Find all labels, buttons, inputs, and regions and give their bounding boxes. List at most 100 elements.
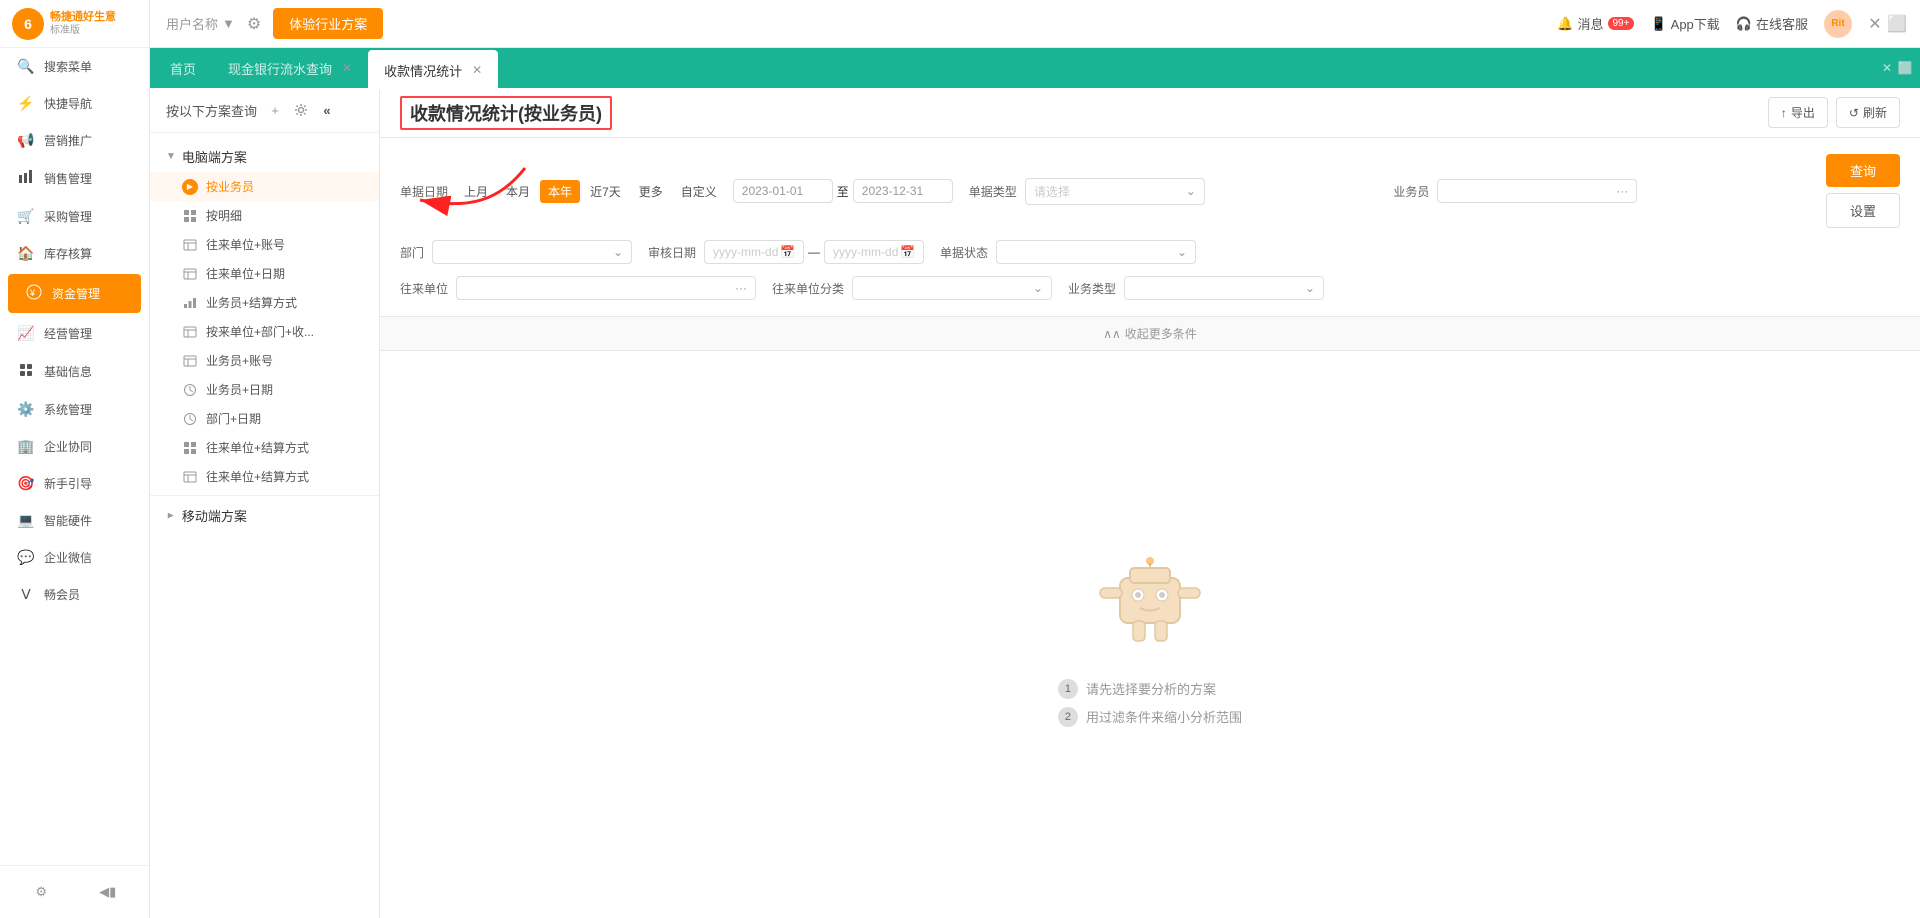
filter-row-1: 单据日期 上月 本月 本年 近7天 更多 自定义 至 bbox=[400, 154, 1900, 228]
sidebar-item-marketing[interactable]: 📢 营销推广 bbox=[0, 122, 149, 159]
date-tab-this-month[interactable]: 本月 bbox=[498, 180, 538, 203]
tree-item-unit-account[interactable]: 往来单位+账号 bbox=[150, 230, 379, 259]
sidebar-collapse-btn[interactable]: ◀▮ bbox=[79, 878, 138, 906]
sidebar-item-inventory[interactable]: 🏠 库存核算 bbox=[0, 235, 149, 272]
tree-item-dept-date[interactable]: 部门+日期 bbox=[150, 404, 379, 433]
date-tab-custom[interactable]: 自定义 bbox=[673, 180, 725, 203]
receipt-tab-close[interactable]: ✕ bbox=[472, 63, 482, 77]
date-to-input[interactable] bbox=[853, 179, 953, 203]
tree-item-unit-settlement2[interactable]: 往来单位+结算方式 bbox=[150, 462, 379, 491]
sidebar-item-guide[interactable]: 🎯 新手引导 bbox=[0, 465, 149, 502]
refresh-btn[interactable]: ↺ 刷新 bbox=[1836, 97, 1900, 128]
tree-item-by-salesperson[interactable]: ▶ 按业务员 bbox=[150, 172, 379, 201]
collapse-btn[interactable]: ∧∧ 收起更多条件 bbox=[1103, 325, 1197, 342]
purchase-icon: 🛒 bbox=[16, 208, 36, 225]
tree-section-mobile: ▼ 移动端方案 bbox=[150, 500, 379, 531]
scheme-tree: ▼ 电脑端方案 ▶ 按业务员 bbox=[150, 133, 379, 918]
scheme-settings-btn[interactable] bbox=[291, 100, 311, 120]
content-area: 按以下方案查询 + « ▼ 电脑端方案 bbox=[150, 88, 1920, 918]
online-service-item[interactable]: 🎧 在线客服 bbox=[1736, 14, 1808, 33]
tree-item-by-detail[interactable]: 按明细 bbox=[150, 201, 379, 230]
date-tab-last7[interactable]: 近7天 bbox=[582, 180, 629, 203]
salesperson-dots-icon: ··· bbox=[1616, 184, 1628, 198]
right-content: 收款情况统计(按业务员) ↑ 导出 ↺ 刷新 bbox=[380, 88, 1920, 918]
user-name-item[interactable]: Rit bbox=[1824, 10, 1852, 38]
biz-type-select[interactable]: ⌄ bbox=[1124, 276, 1324, 300]
messages-item[interactable]: 🔔 消息 99+ bbox=[1557, 14, 1634, 33]
hint-num-1: 1 bbox=[1058, 679, 1078, 699]
inventory-icon: 🏠 bbox=[16, 245, 36, 262]
date-tab-this-year[interactable]: 本年 bbox=[540, 180, 580, 203]
sidebar-nav: 🔍 搜索菜单 ⚡ 快捷导航 📢 营销推广 销售管理 🛒 采购管理 bbox=[0, 48, 149, 865]
unit-date-icon bbox=[182, 266, 198, 282]
sidebar-item-sales[interactable]: 销售管理 bbox=[0, 159, 149, 198]
tab-maximize[interactable]: ⬜ bbox=[1898, 61, 1912, 75]
collapse-bar[interactable]: ∧∧ 收起更多条件 bbox=[380, 317, 1920, 351]
dept-arrow-icon: ⌄ bbox=[613, 245, 623, 259]
date-from-input[interactable] bbox=[733, 179, 833, 203]
unit-category-select[interactable]: ⌄ bbox=[852, 276, 1052, 300]
tab-home[interactable]: 首页 bbox=[150, 48, 212, 88]
trial-btn[interactable]: 体验行业方案 bbox=[273, 8, 383, 39]
tree-item-unit-date[interactable]: 往来单位+日期 bbox=[150, 259, 379, 288]
unit-select[interactable]: ··· bbox=[456, 276, 756, 300]
tree-item-sales-date[interactable]: 业务员+日期 bbox=[150, 375, 379, 404]
tab-close-all[interactable]: ✕ bbox=[1880, 61, 1894, 75]
doctype-select[interactable]: 请选择 ⌄ bbox=[1025, 178, 1205, 205]
sidebar-item-member[interactable]: Ⅴ 畅会员 bbox=[0, 576, 149, 613]
doctype-arrow-icon: ⌄ bbox=[1186, 184, 1196, 198]
date-tab-more[interactable]: 更多 bbox=[631, 180, 671, 203]
review-date-dash: — bbox=[808, 245, 820, 259]
tab-bank[interactable]: 现金银行流水查询 ✕ bbox=[212, 48, 368, 88]
sidebar-settings-btn[interactable]: ⚙ bbox=[12, 878, 71, 906]
sidebar-item-operations[interactable]: 📈 经营管理 bbox=[0, 315, 149, 352]
scheme-collapse-btn[interactable]: « bbox=[317, 100, 337, 120]
date-tab-last-month[interactable]: 上月 bbox=[456, 180, 496, 203]
filter-salesperson-item: 业务员 ··· bbox=[1393, 179, 1637, 203]
sidebar-item-search[interactable]: 🔍 搜索菜单 bbox=[0, 48, 149, 85]
sidebar-item-purchase[interactable]: 🛒 采购管理 bbox=[0, 198, 149, 235]
sidebar-item-basicinfo[interactable]: 基础信息 bbox=[0, 352, 149, 391]
hint-num-2: 2 bbox=[1058, 707, 1078, 727]
scheme-add-btn[interactable]: + bbox=[265, 100, 285, 120]
unit-category-arrow-icon: ⌄ bbox=[1033, 281, 1043, 295]
salesperson-select[interactable]: ··· bbox=[1437, 179, 1637, 203]
header-settings-icon[interactable]: ⚙ bbox=[247, 14, 261, 34]
bank-tab-close[interactable]: ✕ bbox=[342, 61, 352, 75]
page-actions: ↑ 导出 ↺ 刷新 bbox=[1768, 97, 1900, 128]
sidebar-item-wechat[interactable]: 💬 企业微信 bbox=[0, 539, 149, 576]
sidebar-item-quicknav[interactable]: ⚡ 快捷导航 bbox=[0, 85, 149, 122]
sidebar-item-system[interactable]: ⚙️ 系统管理 bbox=[0, 391, 149, 428]
tree-item-sales-account[interactable]: 业务员+账号 bbox=[150, 346, 379, 375]
user-dropdown[interactable]: 用户名称 ▼ bbox=[166, 14, 235, 33]
marketing-icon: 📢 bbox=[16, 132, 36, 149]
tab-receipt[interactable]: 收款情况统计 ✕ bbox=[368, 50, 498, 90]
biz-type-arrow-icon: ⌄ bbox=[1305, 281, 1315, 295]
review-to-input[interactable]: yyyy-mm-dd 📅 bbox=[824, 240, 924, 264]
tree-desktop-header[interactable]: ▼ 电脑端方案 bbox=[150, 141, 379, 172]
hint-item-1: 1 请先选择要分析的方案 bbox=[1058, 679, 1242, 699]
close-btn[interactable]: ✕ bbox=[1868, 17, 1882, 31]
sidebar-item-finance[interactable]: ¥ 资金管理 bbox=[8, 274, 141, 313]
finance-icon: ¥ bbox=[24, 284, 44, 303]
maximize-btn[interactable]: ⬜ bbox=[1890, 17, 1904, 31]
doc-status-select[interactable]: ⌄ bbox=[996, 240, 1196, 264]
review-from-input[interactable]: yyyy-mm-dd 📅 bbox=[704, 240, 804, 264]
filter-unit-item: 往来单位 ··· bbox=[400, 276, 756, 300]
dept-select[interactable]: ⌄ bbox=[432, 240, 632, 264]
tree-item-unit-dept[interactable]: 按来单位+部门+收... bbox=[150, 317, 379, 346]
settings-btn[interactable]: 设置 bbox=[1826, 193, 1900, 228]
header-left: 用户名称 ▼ ⚙ 体验行业方案 bbox=[166, 8, 383, 39]
tree-item-unit-settlement1[interactable]: 往来单位+结算方式 bbox=[150, 433, 379, 462]
query-btn[interactable]: 查询 bbox=[1826, 154, 1900, 187]
export-btn[interactable]: ↑ 导出 bbox=[1768, 97, 1828, 128]
sidebar-item-hardware[interactable]: 💻 智能硬件 bbox=[0, 502, 149, 539]
hardware-icon: 💻 bbox=[16, 512, 36, 529]
tree-item-sales-settlement[interactable]: 业务员+结算方式 bbox=[150, 288, 379, 317]
app-download-item[interactable]: 📱 App下载 bbox=[1650, 14, 1719, 33]
logo-text: 畅捷通好生意 标准版 bbox=[50, 10, 116, 37]
tree-mobile-header[interactable]: ▼ 移动端方案 bbox=[150, 500, 379, 531]
top-header: 用户名称 ▼ ⚙ 体验行业方案 🔔 消息 99+ 📱 App下载 🎧 bbox=[150, 0, 1920, 48]
header-right: 🔔 消息 99+ 📱 App下载 🎧 在线客服 Rit bbox=[1557, 10, 1904, 38]
sidebar-item-enterprise[interactable]: 🏢 企业协同 bbox=[0, 428, 149, 465]
